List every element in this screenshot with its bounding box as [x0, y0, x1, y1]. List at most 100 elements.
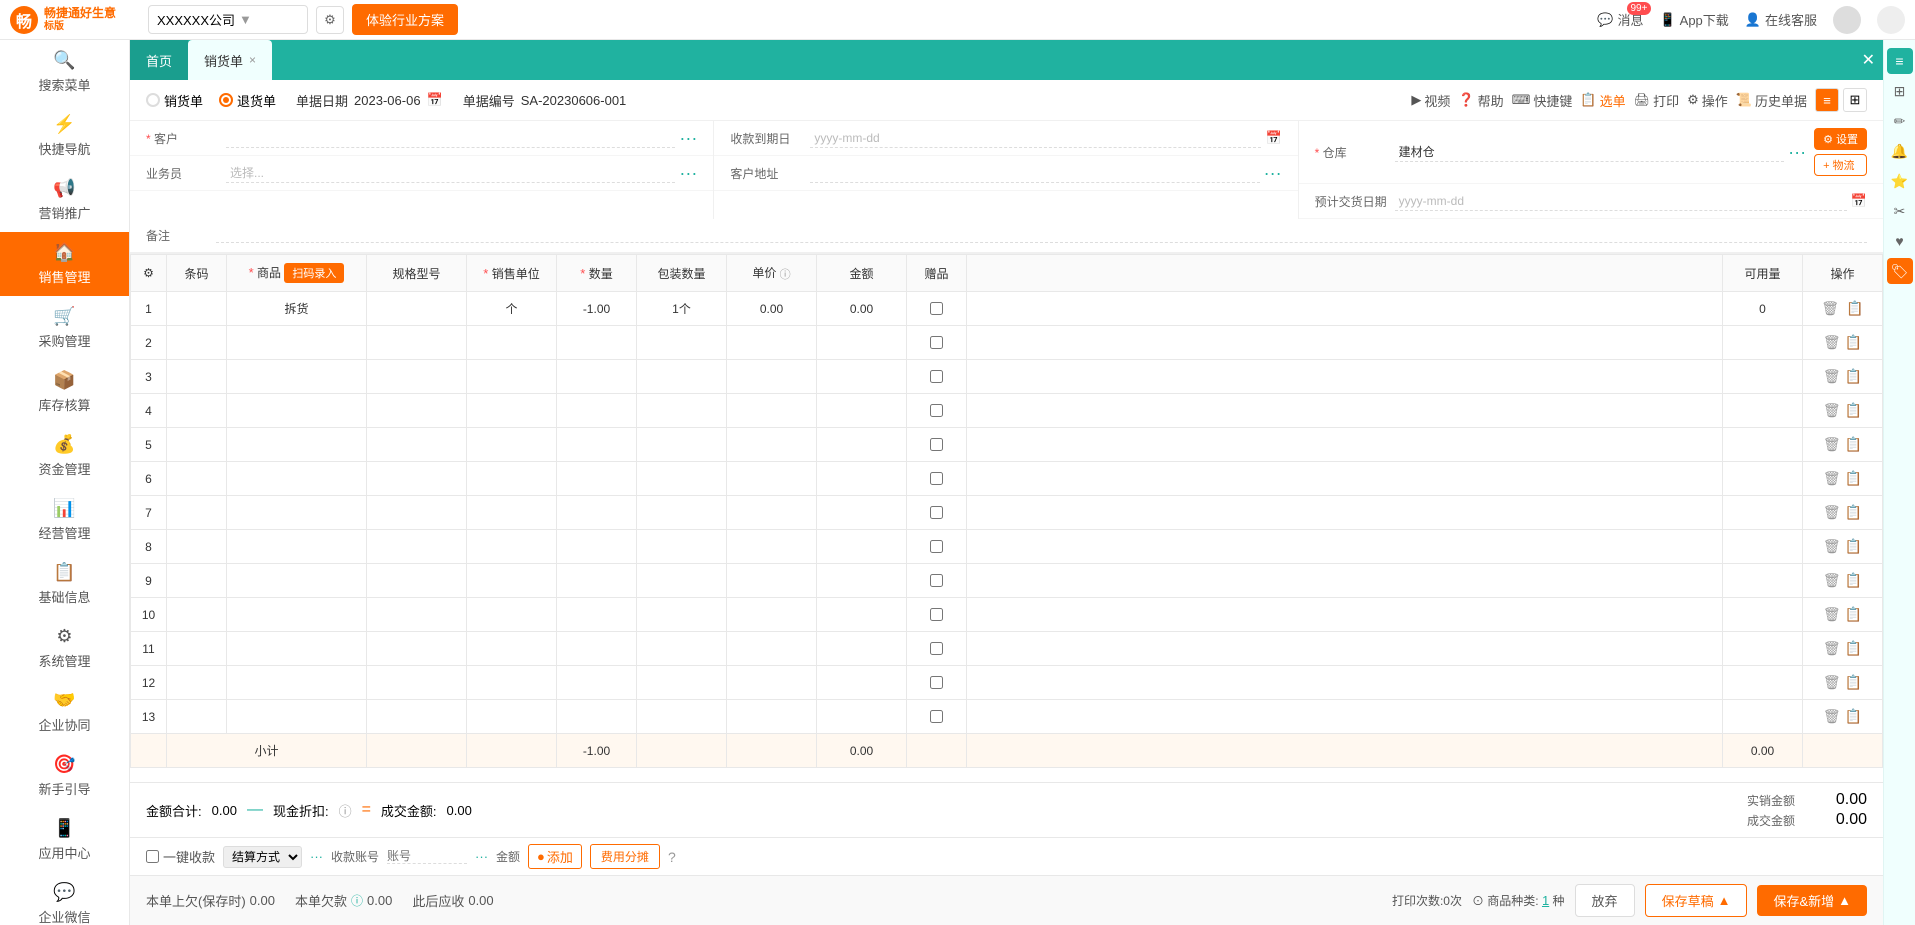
draft-btn[interactable]: 保存草稿 ▲: [1645, 884, 1748, 917]
radio-return[interactable]: 退货单: [219, 91, 276, 110]
row-quantity[interactable]: -1.00: [557, 292, 637, 326]
sidebar-item-operations[interactable]: 📊 经营管理: [0, 488, 129, 552]
gift-checkbox[interactable]: [930, 574, 943, 587]
radio-sales[interactable]: 销货单: [146, 91, 203, 110]
delete-row-icon[interactable]: 🗑: [1823, 708, 1841, 724]
sidebar-item-purchase[interactable]: 🛒 采购管理: [0, 296, 129, 360]
gift-checkbox[interactable]: [930, 472, 943, 485]
expense-help-icon[interactable]: ?: [668, 849, 676, 865]
list-view-btn[interactable]: ≡: [1815, 88, 1839, 112]
delete-row-icon[interactable]: 🗑: [1823, 402, 1841, 418]
trial-button[interactable]: 体验行业方案: [352, 4, 458, 35]
sidebar-item-system[interactable]: ⚙ 系统管理: [0, 616, 129, 680]
row-spec[interactable]: [367, 292, 467, 326]
video-btn[interactable]: ▶ 视频: [1411, 91, 1450, 110]
sidebar-item-enterprise[interactable]: 🤝 企业协同: [0, 680, 129, 744]
gift-checkbox[interactable]: [930, 608, 943, 621]
customer-dots-icon[interactable]: ···: [675, 129, 697, 147]
copy-row-icon[interactable]: 📋: [1845, 606, 1862, 622]
operation-btn[interactable]: ⚙ 操作: [1687, 91, 1728, 110]
address-dots-icon[interactable]: ···: [1260, 164, 1282, 182]
row-gift[interactable]: [907, 292, 967, 326]
salesman-input[interactable]: 选择...: [226, 163, 675, 183]
right-panel-btn-grid[interactable]: ⊞: [1887, 78, 1913, 104]
sidebar-item-marketing[interactable]: 📢 营销推广: [0, 168, 129, 232]
row-amount[interactable]: 0.00: [817, 292, 907, 326]
settings-icon[interactable]: ⚙: [316, 6, 344, 34]
notes-input[interactable]: [216, 228, 1867, 243]
delete-row-icon[interactable]: 🗑: [1823, 470, 1841, 486]
delete-row-icon[interactable]: 🗑: [1823, 368, 1841, 384]
grid-view-btn[interactable]: ⊞: [1843, 88, 1867, 112]
avatar[interactable]: [1833, 6, 1861, 34]
right-panel-btn-scissors[interactable]: ✂: [1887, 198, 1913, 224]
gift-checkbox[interactable]: [930, 642, 943, 655]
copy-row-icon[interactable]: 📋: [1845, 436, 1862, 452]
right-panel-btn-orange[interactable]: 🏷: [1887, 258, 1913, 284]
calc-method-select[interactable]: 结算方式: [223, 846, 302, 868]
cash-discount-info[interactable]: ⓘ: [339, 801, 352, 820]
gift-checkbox[interactable]: [930, 336, 943, 349]
avatar-2[interactable]: [1877, 6, 1905, 34]
sidebar-item-basics[interactable]: 📋 基础信息: [0, 552, 129, 616]
delivery-cal-icon[interactable]: 📅: [1851, 193, 1867, 209]
delete-row-icon[interactable]: 🗑: [1823, 640, 1841, 656]
scan-button[interactable]: 扫码录入: [284, 263, 344, 283]
settings-action-btn[interactable]: ⚙ 设置: [1814, 128, 1867, 150]
add-payment-btn[interactable]: ● 添加: [528, 844, 582, 869]
row-barcode[interactable]: [167, 292, 227, 326]
row-product[interactable]: 拆货: [227, 292, 367, 326]
copy-row-icon[interactable]: 📋: [1845, 674, 1862, 690]
right-panel-btn-list[interactable]: ≡: [1887, 48, 1913, 74]
delete-row-icon[interactable]: 🗑: [1823, 504, 1841, 520]
company-selector[interactable]: XXXXXX公司 ▼: [148, 5, 308, 34]
right-panel-btn-edit[interactable]: ✏: [1887, 108, 1913, 134]
delete-row-icon[interactable]: 🗑: [1823, 334, 1841, 350]
help-btn[interactable]: ❓ 帮助: [1458, 91, 1503, 110]
logistics-action-btn[interactable]: + 物流: [1814, 154, 1867, 176]
expected-delivery-input[interactable]: yyyy-mm-dd: [1395, 191, 1847, 211]
copy-row-icon[interactable]: 📋: [1845, 708, 1862, 724]
copy-row-icon[interactable]: 📋: [1845, 538, 1862, 554]
delete-row-icon[interactable]: 🗑: [1823, 538, 1841, 554]
shortcut-btn[interactable]: ⌨ 快捷键: [1512, 91, 1573, 110]
copy-row-icon[interactable]: 📋: [1845, 470, 1862, 486]
discard-btn[interactable]: 放弃: [1575, 884, 1635, 917]
gift-checkbox[interactable]: [930, 710, 943, 723]
gift-checkbox[interactable]: [930, 404, 943, 417]
sidebar-item-wechat[interactable]: 💬 企业微信: [0, 872, 129, 925]
app-download-btn[interactable]: 📱 App下载: [1659, 10, 1728, 29]
right-panel-btn-fav[interactable]: ♥: [1887, 228, 1913, 254]
account-dots2-icon[interactable]: ···: [475, 849, 488, 864]
delete-row-icon[interactable]: 🗑: [1821, 300, 1839, 316]
copy-row-icon[interactable]: 📋: [1845, 504, 1862, 520]
warehouse-input[interactable]: 建材仓: [1395, 142, 1784, 162]
total-due-help-icon[interactable]: ⓘ: [351, 892, 363, 909]
tab-home[interactable]: 首页: [130, 40, 188, 80]
copy-row-icon[interactable]: 📋: [1845, 368, 1862, 384]
online-service-btn[interactable]: 👤 在线客服: [1745, 10, 1817, 29]
copy-row-icon[interactable]: 📋: [1845, 572, 1862, 588]
one-click-payment-check[interactable]: 一键收款: [146, 847, 215, 866]
one-click-checkbox[interactable]: [146, 850, 159, 863]
message-btn[interactable]: 💬 消息 99+: [1597, 10, 1643, 29]
th-settings[interactable]: ⚙: [131, 255, 167, 292]
row-unit[interactable]: 个: [467, 292, 557, 326]
tab-sales-order[interactable]: 销货单 ×: [188, 40, 272, 80]
sidebar-item-app[interactable]: 📱 应用中心: [0, 808, 129, 872]
right-panel-btn-star[interactable]: ⭐: [1887, 168, 1913, 194]
print-btn[interactable]: 🖨 打印: [1634, 91, 1680, 110]
select-btn[interactable]: 📋 选单: [1580, 91, 1625, 110]
sidebar-item-inventory[interactable]: 📦 库存核算: [0, 360, 129, 424]
gift-checkbox[interactable]: [930, 370, 943, 383]
salesman-dots-icon[interactable]: ···: [675, 164, 697, 182]
copy-row-icon[interactable]: 📋: [1845, 402, 1862, 418]
row-notes[interactable]: [967, 292, 1723, 326]
row-pack-qty[interactable]: 1个: [637, 292, 727, 326]
delete-row-icon[interactable]: 🗑: [1823, 572, 1841, 588]
gift-checkbox[interactable]: [930, 302, 943, 315]
sidebar-item-guide[interactable]: 🎯 新手引导: [0, 744, 129, 808]
row-unit-price[interactable]: 0.00: [727, 292, 817, 326]
sidebar-item-search[interactable]: 🔍 搜索菜单: [0, 40, 129, 104]
date-calendar-icon[interactable]: 📅: [427, 92, 443, 108]
